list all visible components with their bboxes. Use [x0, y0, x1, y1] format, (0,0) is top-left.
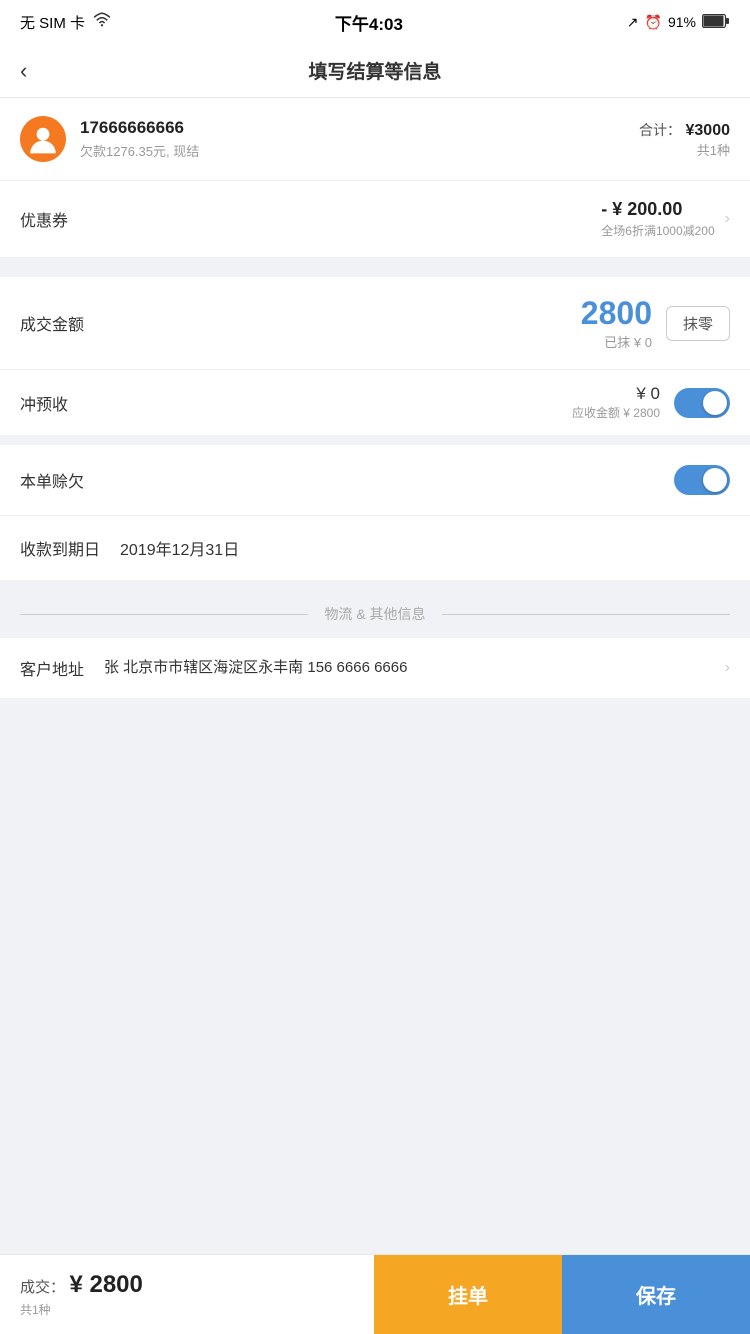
address-chevron-icon: › — [725, 659, 730, 677]
alarm-icon: ⏰ — [645, 14, 662, 31]
allowance-row: 本单赊欠 — [0, 445, 750, 515]
amount-label: 成交金额 — [20, 311, 84, 335]
customer-info: 17666666666 欠款1276.35元, 现结 — [80, 118, 199, 160]
duedate-row: 收款到期日 2019年12月31日 — [0, 515, 750, 580]
section-divider-1 — [0, 267, 750, 277]
amount-row: 成交金额 2800 已抹 ¥ 0 抹零 — [0, 277, 750, 369]
precollect-label: 冲预收 — [20, 391, 68, 415]
address-section: 客户地址 张 北京市市辖区海淀区永丰南 156 6666 6666 › — [0, 638, 750, 698]
coupon-label: 优惠券 — [20, 207, 68, 231]
customer-subtext: 欠款1276.35元, 现结 — [80, 141, 199, 160]
logistics-line-right — [442, 614, 730, 615]
bottom-bar: 成交： ¥ 2800 共1种 挂单 保存 — [0, 1254, 750, 1334]
battery-icon — [702, 14, 730, 31]
precollect-amount: ¥ 0 — [572, 384, 660, 404]
allowance-toggle[interactable] — [674, 465, 730, 495]
customer-row: 17666666666 欠款1276.35元, 现结 合计： ¥3000 共1种 — [0, 98, 750, 180]
address-label: 客户地址 — [20, 656, 84, 680]
bottom-deal-label: 成交： — [20, 1279, 65, 1296]
hangup-button[interactable]: 挂单 — [374, 1255, 562, 1334]
customer-right: 合计： ¥3000 共1种 — [639, 120, 730, 159]
save-button[interactable]: 保存 — [562, 1255, 750, 1334]
chevron-right-icon: › — [725, 210, 730, 228]
location-icon: ↗ — [627, 14, 639, 31]
precollect-right: ¥ 0 应收金额 ¥ 2800 — [572, 384, 730, 421]
status-time: 下午4:03 — [335, 10, 403, 35]
amount-value: 2800 — [581, 295, 652, 332]
amount-info: 2800 已抹 ¥ 0 — [581, 295, 652, 351]
total-value: ¥3000 — [686, 122, 731, 139]
status-bar: 无 SIM 卡 下午4:03 ↗ ⏰ 91% — [0, 0, 750, 44]
customer-phone: 17666666666 — [80, 118, 199, 138]
precollect-row: 冲预收 ¥ 0 应收金额 ¥ 2800 — [0, 369, 750, 435]
coupon-right: - ¥ 200.00 全场6折满1000减200 › — [601, 199, 730, 239]
duedate-value: 2019年12月31日 — [120, 536, 239, 560]
nav-bar: ‹ 填写结算等信息 — [0, 44, 750, 98]
logistics-header: 物流 & 其他信息 — [0, 590, 750, 638]
amount-right: 2800 已抹 ¥ 0 抹零 — [581, 295, 730, 351]
back-button[interactable]: ‹ — [20, 58, 27, 84]
carrier-text: 无 SIM 卡 — [20, 12, 85, 33]
page-title: 填写结算等信息 — [308, 57, 441, 84]
precollect-sub: 应收金额 ¥ 2800 — [572, 404, 660, 421]
address-row[interactable]: 客户地址 张 北京市市辖区海淀区永丰南 156 6666 6666 › — [0, 638, 750, 698]
allowance-label: 本单赊欠 — [20, 468, 84, 492]
battery-text: 91% — [668, 14, 696, 30]
logistics-line-left — [20, 614, 308, 615]
bottom-deal-amount: ¥ 2800 — [69, 1271, 142, 1298]
avatar — [20, 116, 66, 162]
total-count: 共1种 — [639, 140, 730, 159]
duedate-label: 收款到期日 — [20, 536, 100, 560]
round-button[interactable]: 抹零 — [666, 306, 730, 341]
total-line: 合计： ¥3000 — [639, 120, 730, 140]
coupon-discount: - ¥ 200.00 — [601, 199, 714, 220]
allowance-section: 本单赊欠 收款到期日 2019年12月31日 — [0, 445, 750, 580]
address-value: 张 北京市市辖区海淀区永丰南 156 6666 6666 — [104, 657, 721, 680]
amount-sub: 已抹 ¥ 0 — [581, 332, 652, 351]
section-divider-2 — [0, 435, 750, 445]
customer-section: 17666666666 欠款1276.35元, 现结 合计： ¥3000 共1种… — [0, 98, 750, 257]
precollect-val: ¥ 0 应收金额 ¥ 2800 — [572, 384, 660, 421]
status-left: 无 SIM 卡 — [20, 11, 111, 33]
customer-left: 17666666666 欠款1276.35元, 现结 — [20, 116, 199, 162]
coupon-info: - ¥ 200.00 全场6折满1000减200 — [601, 199, 714, 239]
total-label: 合计： — [639, 122, 681, 138]
coupon-row[interactable]: 优惠券 - ¥ 200.00 全场6折满1000减200 › — [0, 180, 750, 257]
logistics-text: 物流 & 其他信息 — [324, 604, 425, 624]
amount-section: 成交金额 2800 已抹 ¥ 0 抹零 冲预收 ¥ 0 应收金额 ¥ 2800 — [0, 277, 750, 435]
coupon-desc: 全场6折满1000减200 — [601, 222, 714, 239]
precollect-toggle[interactable] — [674, 388, 730, 418]
content-spacer — [0, 708, 750, 868]
status-right: ↗ ⏰ 91% — [627, 14, 730, 31]
bottom-info: 成交： ¥ 2800 共1种 — [0, 1271, 374, 1318]
bottom-count: 共1种 — [20, 1301, 354, 1318]
wifi-icon — [93, 11, 111, 33]
bottom-deal-line: 成交： ¥ 2800 — [20, 1271, 354, 1299]
